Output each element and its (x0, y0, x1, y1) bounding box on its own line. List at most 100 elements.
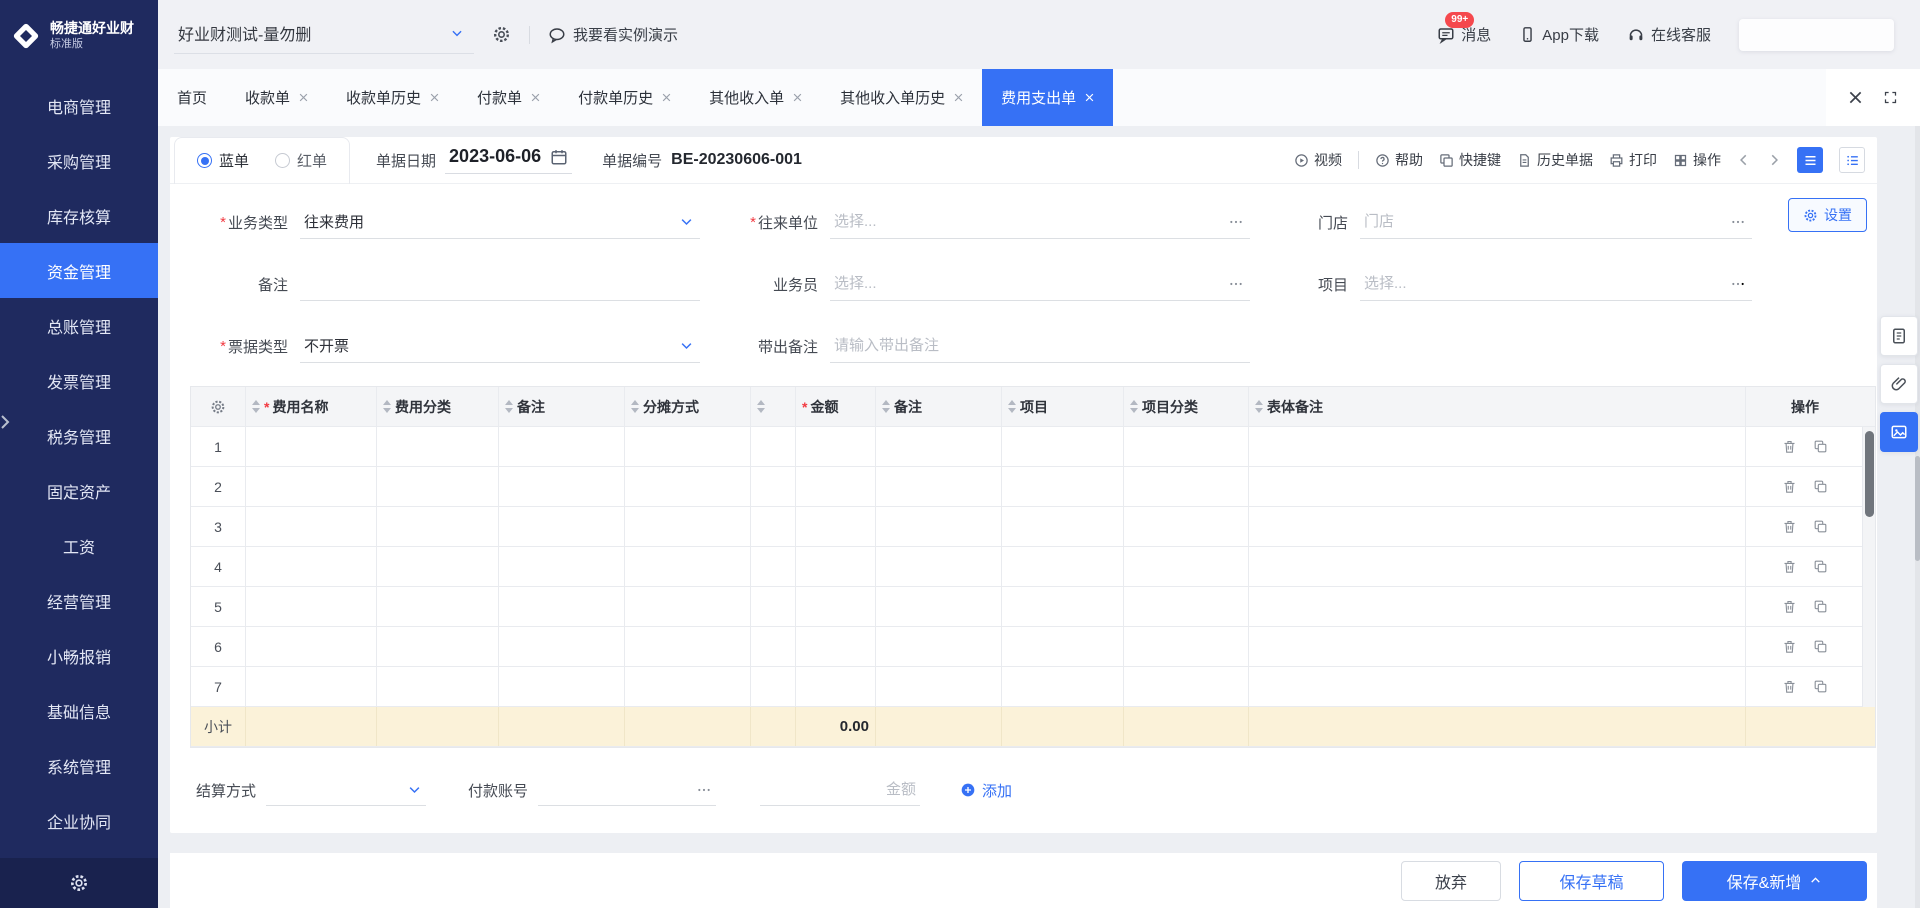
org-settings-gear-icon[interactable] (492, 25, 511, 44)
store-input[interactable] (1364, 213, 1730, 230)
ellipsis-picker-icon[interactable] (1730, 276, 1746, 292)
grid-cell[interactable] (1124, 507, 1249, 546)
grid-cell[interactable] (625, 627, 751, 666)
grid-cell[interactable] (499, 667, 625, 706)
delete-row-icon[interactable] (1782, 599, 1797, 614)
grid-cell[interactable] (377, 507, 499, 546)
grid-cell[interactable] (796, 587, 876, 626)
copy-row-icon[interactable] (1813, 679, 1828, 694)
grid-cell[interactable] (751, 547, 796, 586)
grid-cell[interactable] (796, 427, 876, 466)
grid-cell[interactable] (246, 507, 377, 546)
carry-remark-input[interactable] (834, 337, 1244, 354)
copy-row-icon[interactable] (1813, 559, 1828, 574)
sort-toggle[interactable] (631, 399, 640, 414)
demo-link[interactable]: 我要看实例演示 (548, 24, 678, 45)
sidebar-collapse-handle[interactable] (0, 414, 10, 434)
grid-cell[interactable] (1002, 667, 1124, 706)
discard-button[interactable]: 放弃 (1401, 860, 1501, 901)
close-icon[interactable] (954, 93, 963, 102)
grid-cell[interactable] (1124, 427, 1249, 466)
sidebar-item-general-ledger[interactable]: 总账管理 (0, 298, 158, 353)
grid-cell[interactable] (246, 427, 377, 466)
ellipsis-picker-icon[interactable] (1730, 214, 1746, 230)
sidebar-item-basic-info[interactable]: 基础信息 (0, 683, 158, 738)
prev-doc-arrow-icon[interactable] (1737, 153, 1751, 167)
grid-cell[interactable] (796, 467, 876, 506)
project-input[interactable] (1364, 275, 1730, 292)
sidebar-item-business-mgmt[interactable]: 经营管理 (0, 573, 158, 628)
grid-cell[interactable] (1124, 587, 1249, 626)
sidebar-item-fixed-assets[interactable]: 固定资产 (0, 463, 158, 518)
close-icon[interactable] (299, 93, 308, 102)
sort-toggle[interactable] (505, 399, 514, 414)
grid-cell[interactable] (377, 627, 499, 666)
image-tool-button[interactable] (1880, 412, 1918, 452)
grid-cell[interactable] (751, 427, 796, 466)
form-settings-button[interactable]: 设置 (1788, 198, 1867, 232)
history-docs-button[interactable]: 历史单据 (1517, 150, 1593, 170)
remark-input[interactable] (304, 275, 694, 292)
save-draft-button[interactable]: 保存草稿 (1519, 860, 1664, 901)
grid-cell[interactable] (625, 587, 751, 626)
copy-row-icon[interactable] (1813, 599, 1828, 614)
sort-toggle[interactable] (1008, 399, 1017, 414)
detail-view-toggle[interactable] (1839, 147, 1865, 173)
grid-cell[interactable] (751, 467, 796, 506)
grid-cell[interactable] (1249, 587, 1746, 626)
attachment-tool-button[interactable] (1880, 364, 1918, 404)
grid-cell[interactable] (625, 467, 751, 506)
grid-cell[interactable] (876, 587, 1002, 626)
sidebar-item-collaboration[interactable]: 企业协同 (0, 793, 158, 848)
close-icon[interactable] (793, 93, 802, 102)
video-button[interactable]: 视频 (1294, 150, 1342, 170)
grid-cell[interactable] (246, 667, 377, 706)
grid-cell[interactable] (377, 587, 499, 626)
store-field[interactable] (1360, 205, 1752, 239)
grid-cell[interactable] (751, 627, 796, 666)
grid-cell[interactable] (876, 507, 1002, 546)
grid-cell[interactable] (876, 467, 1002, 506)
grid-cell[interactable] (246, 547, 377, 586)
grid-cell[interactable] (751, 507, 796, 546)
grid-cell[interactable] (377, 547, 499, 586)
grid-cell[interactable] (246, 467, 377, 506)
grid-cell[interactable] (876, 547, 1002, 586)
grid-cell[interactable] (1002, 547, 1124, 586)
copy-row-icon[interactable] (1813, 439, 1828, 454)
help-button[interactable]: 帮助 (1375, 150, 1423, 170)
grid-cell[interactable] (1002, 467, 1124, 506)
grid-cell[interactable] (625, 667, 751, 706)
sidebar-item-tax[interactable]: 税务管理 (0, 408, 158, 463)
grid-cell[interactable] (796, 507, 876, 546)
sort-toggle[interactable] (1255, 399, 1264, 414)
calendar-icon[interactable] (550, 148, 568, 166)
ellipsis-picker-icon[interactable] (696, 782, 712, 798)
delete-row-icon[interactable] (1782, 479, 1797, 494)
grid-cell[interactable] (1249, 667, 1746, 706)
tab-other-income-history[interactable]: 其他收入单历史 (821, 69, 982, 126)
messages-button[interactable]: 99+ 消息 (1437, 12, 1491, 45)
sort-toggle[interactable] (252, 399, 261, 414)
tab-other-income[interactable]: 其他收入单 (690, 69, 821, 126)
grid-cell[interactable] (876, 667, 1002, 706)
close-all-icon[interactable] (1848, 90, 1863, 105)
sort-toggle[interactable] (757, 399, 766, 414)
salesperson-field[interactable] (830, 267, 1250, 301)
grid-cell[interactable] (796, 667, 876, 706)
grid-cell[interactable] (625, 507, 751, 546)
ellipsis-picker-icon[interactable] (1228, 276, 1244, 292)
blue-form-radio[interactable]: 蓝单 (197, 150, 249, 171)
tab-receipt[interactable]: 收款单 (226, 69, 327, 126)
grid-cell[interactable] (1249, 547, 1746, 586)
tab-payment[interactable]: 付款单 (458, 69, 559, 126)
payment-account-field[interactable] (538, 774, 717, 806)
settlement-method-select[interactable] (266, 774, 427, 806)
grid-cell[interactable] (499, 507, 625, 546)
grid-cell[interactable] (1002, 427, 1124, 466)
operations-button[interactable]: 操作 (1673, 150, 1721, 170)
red-form-radio[interactable]: 红单 (275, 150, 327, 171)
user-account-area[interactable] (1739, 18, 1894, 51)
tab-payment-history[interactable]: 付款单历史 (559, 69, 690, 126)
add-settlement-button[interactable]: 添加 (960, 780, 1012, 801)
